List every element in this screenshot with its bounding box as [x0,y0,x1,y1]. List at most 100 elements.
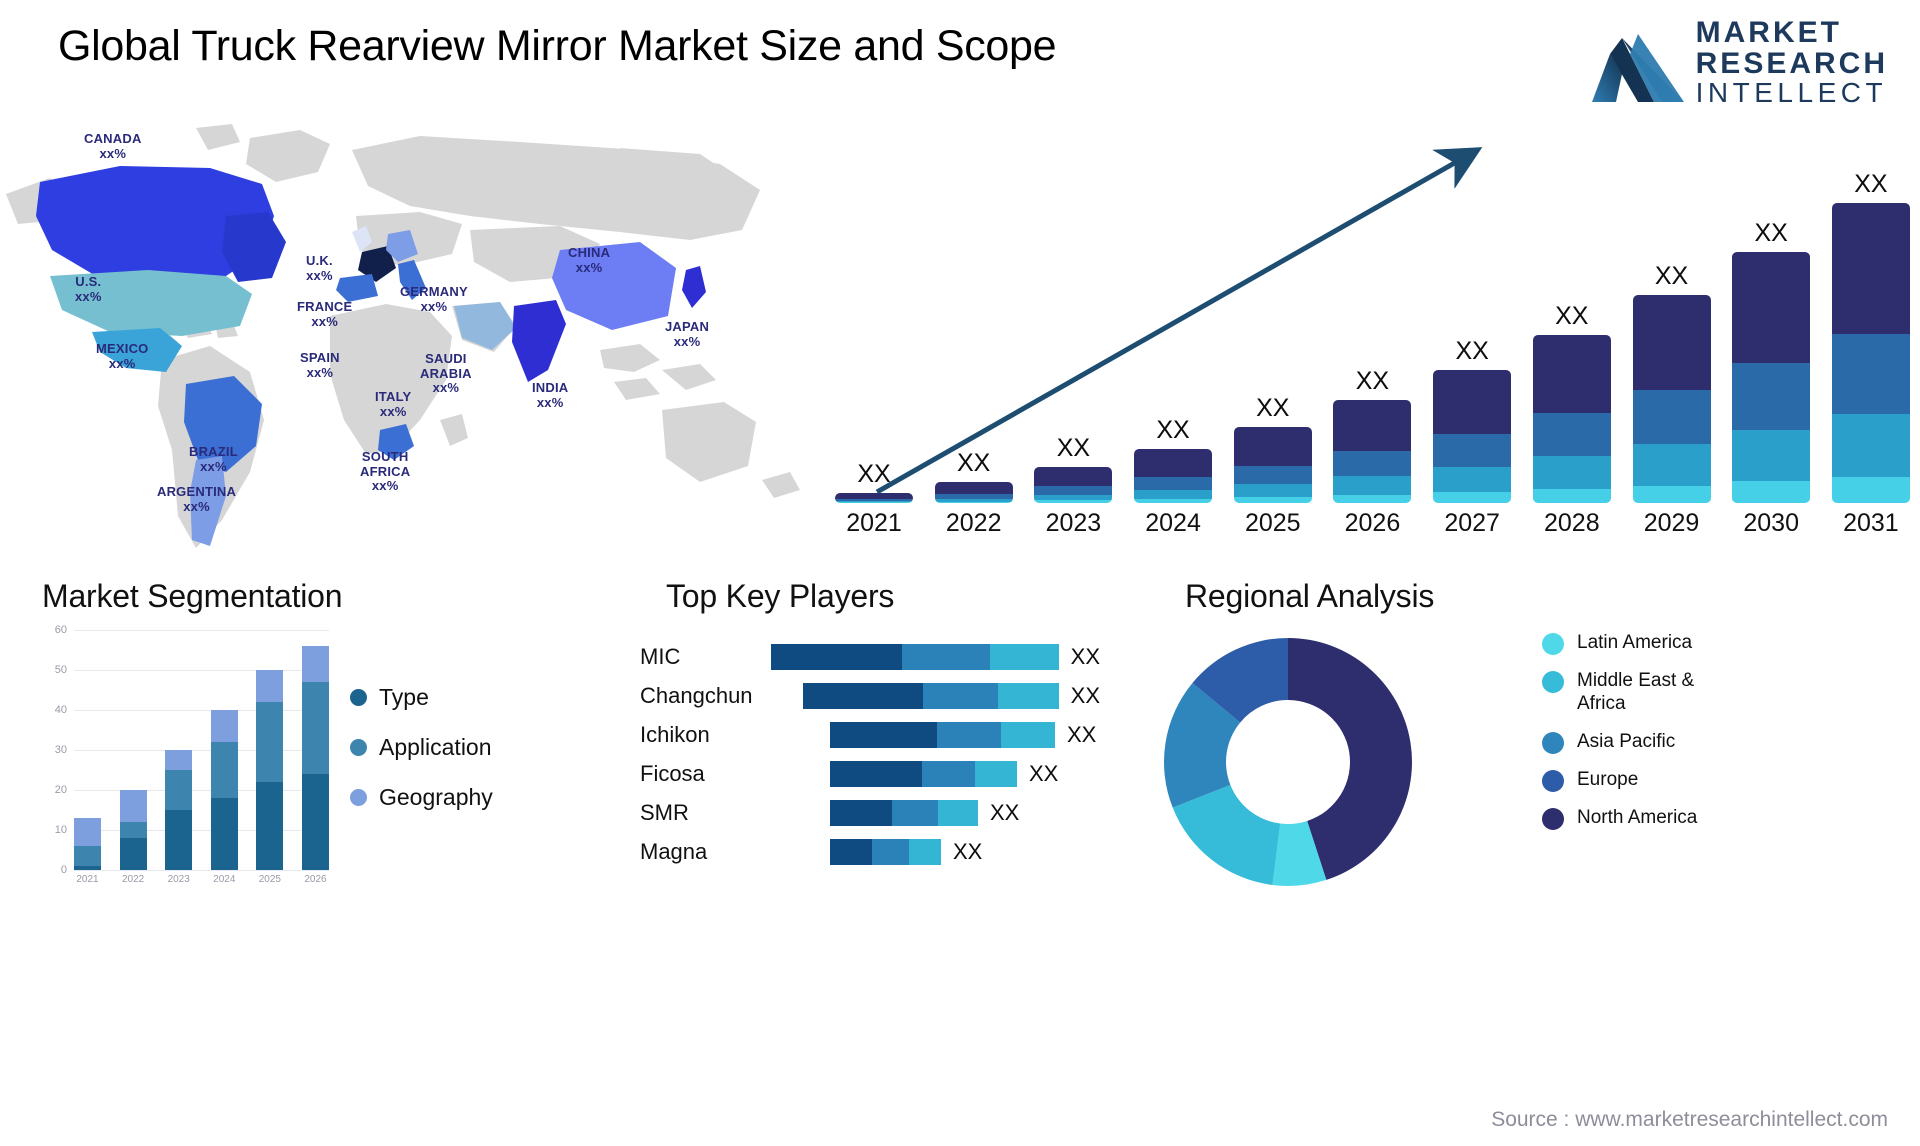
segmentation-x-tick: 2026 [304,874,327,885]
page-title: Global Truck Rearview Mirror Market Size… [58,22,1057,70]
regional-legend-item[interactable]: Latin America [1542,632,1717,655]
growth-bar [835,493,913,503]
growth-bar-segment [835,502,913,503]
segmentation-bars [74,630,329,870]
player-name: Changchun [640,683,753,708]
map-label-italy: ITALY xx% [375,389,412,419]
legend-label: Europe [1577,768,1639,790]
segmentation-bar-segment [256,782,284,870]
growth-value-label: XX [857,460,891,489]
player-row: Ficosa XX [640,761,1100,787]
growth-column: XX [1632,262,1711,503]
growth-bar-segment [1333,450,1412,476]
player-bar-segment [937,722,1001,748]
map-label-argentina: ARGENTINA xx% [157,484,237,514]
growth-column: XX [1134,416,1213,503]
legend-color-swatch [1542,731,1564,754]
growth-bar-segment [1732,251,1811,364]
growth-bar-segment [1732,363,1811,431]
legend-color-swatch [350,739,367,756]
legend-label: Asia Pacific [1577,730,1676,752]
player-bar-segment [802,683,923,709]
top-key-players-chart: MIC XX Changchun XX Ichikon XX Ficosa XX SMR XX Ma… [640,622,1100,912]
growth-year-label: 2030 [1743,509,1799,537]
regional-legend-item[interactable]: North America [1542,807,1717,830]
player-bar-segment [872,839,909,865]
segmentation-bar-segment [256,670,284,702]
growth-bar-segment [1034,466,1113,487]
regional-legend-item[interactable]: Europe [1542,769,1717,792]
growth-bar-segment [1233,496,1312,503]
segmentation-x-axis: 2021 2022 2023 2024 2025 2026 [74,874,329,885]
player-row: SMR XX [640,800,1100,826]
player-bar-segment [922,761,975,787]
player-bar-segment [922,683,998,709]
player-name: Ichikon [640,722,710,747]
growth-bar-segment [1333,400,1412,451]
player-value-label: XX [1067,722,1097,747]
map-label-mexico: MEXICO xx% [96,341,149,371]
segmentation-legend-item[interactable]: Type [350,684,493,711]
growth-bar-segment [1233,426,1312,466]
map-label-spain: SPAIN xx% [300,350,340,380]
legend-label: Latin America [1577,632,1693,653]
growth-bar [1233,426,1312,503]
mountain-m-icon [1591,33,1684,102]
growth-bar-segment [1034,500,1113,503]
segmentation-y-tick: 60 [54,624,67,636]
segmentation-bar-segment [210,710,238,742]
growth-value-label: XX [1654,262,1689,291]
map-label-china: CHINA xx% [568,245,611,275]
segmentation-bar-segment [165,810,193,870]
growth-bar-segment [1034,486,1113,495]
player-value-label: XX [1070,644,1100,669]
growth-bar-segment [1732,430,1811,482]
growth-column: XX [1333,367,1412,503]
player-bar-segment [909,839,941,865]
regional-legend-item[interactable]: Asia Pacific [1542,731,1717,754]
world-map: CANADA xx% U.S. xx% MEXICO xx% BRAZIL xx% AR… [0,120,860,565]
growth-year-axis: 2021 2022 2023 2024 2025 2026 2027 2028 2029 2030… [835,509,1910,545]
growth-bar [1134,448,1213,503]
player-value-label: XX [1029,761,1059,786]
growth-bar-segment [1831,476,1910,503]
segmentation-y-tick: 50 [54,664,67,676]
growth-bar-segment [1134,448,1213,478]
player-name: SMR [640,800,689,825]
segmentation-legend-item[interactable]: Application [350,734,493,761]
map-label-u-s-: U.S. xx% [75,274,102,304]
growth-column: XX [1433,337,1512,503]
segmentation-bar-segment [119,822,147,838]
legend-label: North America [1577,806,1698,828]
growth-value-label: XX [1555,301,1589,330]
growth-forecast-chart: XX XX XX XX XX XX XX XX XX XX XX 2021 2022 2023 2024 2… [835,125,1910,545]
player-name: MIC [640,644,681,669]
segmentation-column [119,630,147,870]
segmentation-bar-segment [210,742,238,798]
growth-bar-segment [1134,477,1213,490]
growth-column: XX [1034,434,1113,503]
legend-label: Middle East & Africa [1577,670,1695,714]
legend-color-swatch [1542,769,1564,792]
segmentation-legend-item[interactable]: Geography [350,784,493,811]
growth-column: XX [1233,394,1312,503]
growth-value-label: XX [1854,170,1888,198]
player-row: Changchun XX [640,683,1100,709]
map-label-germany: GERMANY xx% [400,284,468,314]
logo-line-3: INTELLECT [1695,77,1888,109]
segmentation-column [74,630,101,870]
regional-legend-item[interactable]: Middle East & Africa [1542,670,1717,716]
segmentation-y-tick: 30 [54,744,67,756]
player-value-label: XX [1070,683,1100,708]
player-bar [802,683,1059,709]
player-bar-segment [989,644,1059,670]
logo-line-2: RESEARCH [1695,46,1888,80]
segmentation-column [165,630,193,870]
legend-label: Application [379,734,492,760]
growth-year-label: 2025 [1244,509,1301,537]
map-label-south-africa: SOUTH AFRICA xx% [360,449,411,494]
segmentation-x-tick: 2024 [213,874,236,885]
brand-logo: MARKET RESEARCH INTELLECT [1591,17,1888,109]
growth-bar-segment [1233,483,1312,497]
growth-bar-segment [934,482,1013,494]
